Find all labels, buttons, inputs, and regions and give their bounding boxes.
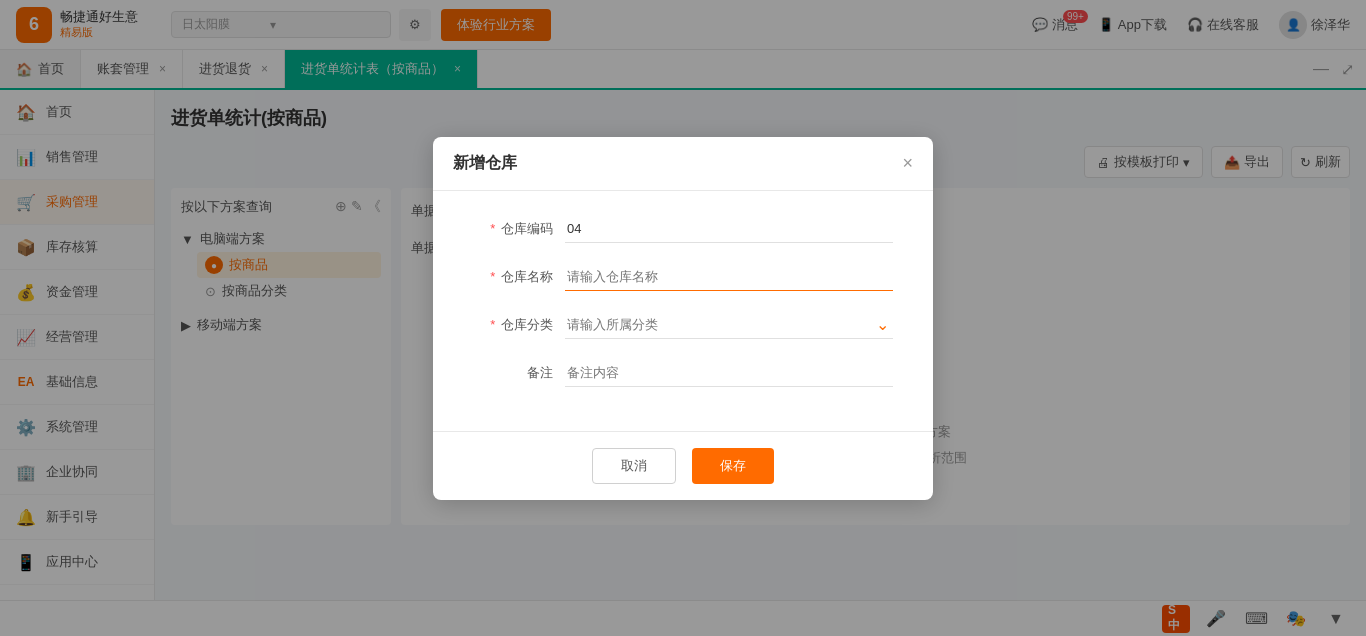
modal-footer: 取消 保存 (433, 431, 933, 500)
name-label: * 仓库名称 (473, 268, 553, 286)
category-input-wrap: ⌄ (565, 311, 893, 339)
warehouse-code-input[interactable] (565, 215, 893, 243)
form-row-name: * 仓库名称 (473, 263, 893, 291)
save-button[interactable]: 保存 (692, 448, 774, 484)
modal-title: 新增仓库 (453, 153, 517, 174)
category-label: * 仓库分类 (473, 316, 553, 334)
required-star-code: * (490, 221, 495, 236)
modal-overlay[interactable]: 新增仓库 × * 仓库编码 * 仓库名称 (0, 0, 1366, 636)
modal-header: 新增仓库 × (433, 137, 933, 191)
modal-body: * 仓库编码 * 仓库名称 * 仓库分类 (433, 191, 933, 431)
note-label: 备注 (473, 364, 553, 382)
code-label: * 仓库编码 (473, 220, 553, 238)
warehouse-category-input[interactable] (565, 311, 893, 339)
warehouse-note-input[interactable] (565, 359, 893, 387)
warehouse-name-input[interactable] (565, 263, 893, 291)
required-star-category: * (490, 317, 495, 332)
cancel-button[interactable]: 取消 (592, 448, 676, 484)
form-row-code: * 仓库编码 (473, 215, 893, 243)
modal-close-btn[interactable]: × (902, 154, 913, 172)
form-row-category: * 仓库分类 ⌄ (473, 311, 893, 339)
required-star-name: * (490, 269, 495, 284)
form-row-note: 备注 (473, 359, 893, 387)
new-warehouse-modal: 新增仓库 × * 仓库编码 * 仓库名称 (433, 137, 933, 500)
